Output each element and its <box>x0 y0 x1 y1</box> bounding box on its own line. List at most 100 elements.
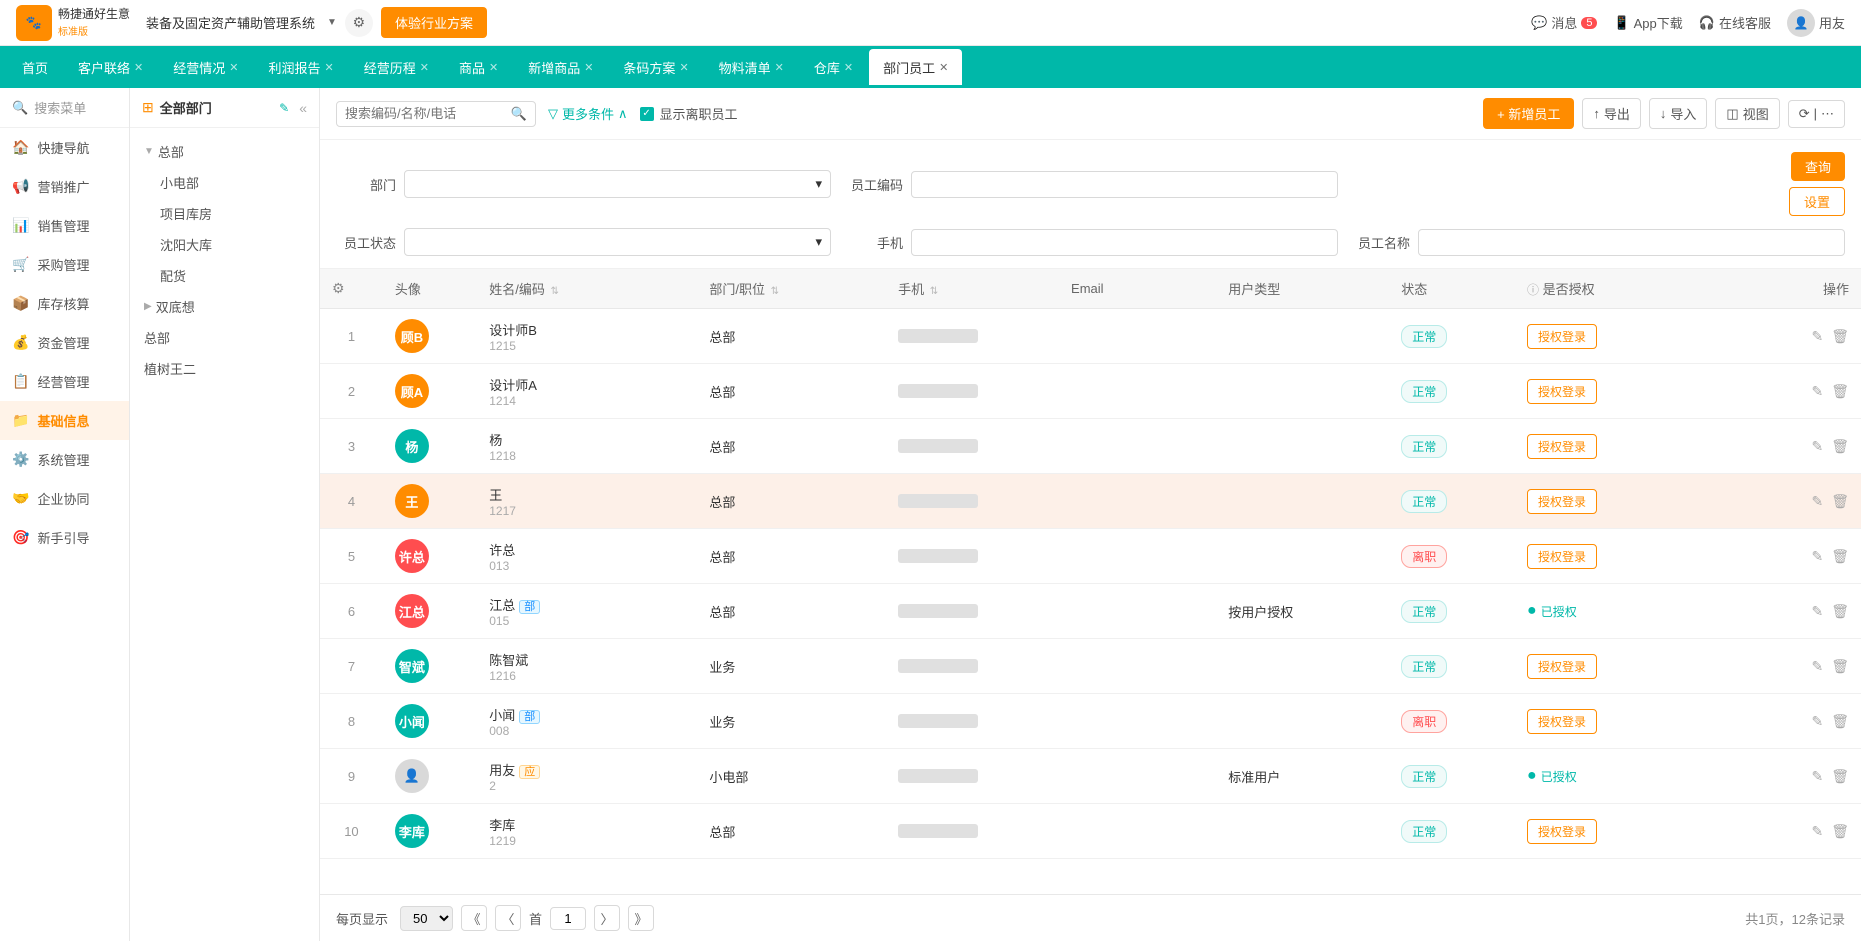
system-settings-icon[interactable]: ⚙ <box>345 9 373 37</box>
authorize-btn[interactable]: 授权登录 <box>1527 434 1597 459</box>
edit-icon[interactable]: ✎ <box>1811 548 1823 565</box>
tab-operation-close[interactable]: ✕ <box>229 61 238 74</box>
dept-item-zongbu2[interactable]: 总部 <box>130 322 319 353</box>
tab-profit[interactable]: 利润报告 ✕ <box>254 49 347 85</box>
col-phone-sort[interactable]: ⇅ <box>930 286 938 297</box>
page-size-select[interactable]: 50 <box>400 906 453 931</box>
prev-page-btn[interactable]: 〈 <box>495 905 521 931</box>
delete-icon[interactable]: 🗑 <box>1831 383 1849 400</box>
tab-department[interactable]: 部门员工 ✕ <box>869 49 962 85</box>
tab-warehouse-close[interactable]: ✕ <box>844 61 853 74</box>
export-button[interactable]: ↑ 导出 <box>1582 98 1641 129</box>
edit-icon[interactable]: ✎ <box>1811 823 1823 840</box>
next-page-btn[interactable]: 〉 <box>594 905 620 931</box>
sidebar-item-quicknav[interactable]: 🏠 快捷导航 <box>0 128 129 167</box>
edit-icon[interactable]: ✎ <box>1811 658 1823 675</box>
authorize-btn[interactable]: 授权登录 <box>1527 709 1597 734</box>
dept-item-project[interactable]: 项目库房 <box>130 198 319 229</box>
sidebar-search[interactable]: 🔍 搜索菜单 <box>0 88 129 128</box>
app-download-item[interactable]: 📱 App下载 <box>1613 13 1682 32</box>
sidebar-item-sales[interactable]: 📊 销售管理 <box>0 206 129 245</box>
dept-item-peihuo[interactable]: 配货 <box>130 260 319 291</box>
first-page-btn[interactable]: 《 <box>461 905 487 931</box>
delete-icon[interactable]: 🗑 <box>1831 768 1849 785</box>
edit-icon[interactable]: ✎ <box>1811 603 1823 620</box>
phone-filter-input[interactable] <box>911 229 1338 256</box>
dept-item-shenyang[interactable]: 沈阳大库 <box>130 229 319 260</box>
tab-history-close[interactable]: ✕ <box>420 61 429 74</box>
dept-item-zongbu-root[interactable]: ▼ 总部 <box>130 136 319 167</box>
tab-goods[interactable]: 商品 ✕ <box>445 49 512 85</box>
edit-icon[interactable]: ✎ <box>1811 493 1823 510</box>
sidebar-item-basic[interactable]: 📁 基础信息 <box>0 401 129 440</box>
tab-profit-close[interactable]: ✕ <box>325 61 334 74</box>
tab-goods-close[interactable]: ✕ <box>489 61 498 74</box>
delete-icon[interactable]: 🗑 <box>1831 548 1849 565</box>
sidebar-item-system[interactable]: ⚙️ 系统管理 <box>0 440 129 479</box>
tab-customer-close[interactable]: ✕ <box>134 61 143 74</box>
sidebar-item-biz[interactable]: 📋 经营管理 <box>0 362 129 401</box>
tab-customer[interactable]: 客户联络 ✕ <box>64 49 157 85</box>
more-button[interactable]: ⟳ | ⋯ <box>1788 100 1845 128</box>
status-filter-select[interactable]: ▾ <box>404 228 831 256</box>
delete-icon[interactable]: 🗑 <box>1831 438 1849 455</box>
more-filter-btn[interactable]: ▽ 更多条件 ∧ <box>548 104 628 123</box>
delete-icon[interactable]: 🗑 <box>1831 658 1849 675</box>
user-item[interactable]: 👤 用友 <box>1787 9 1845 37</box>
collapse-icon[interactable]: « <box>299 100 307 116</box>
sidebar-item-guide[interactable]: 🎯 新手引导 <box>0 518 129 557</box>
edit-icon[interactable]: ✎ <box>1811 768 1823 785</box>
sidebar-item-inventory[interactable]: 📦 库存核算 <box>0 284 129 323</box>
tab-department-close[interactable]: ✕ <box>939 61 948 74</box>
authorize-btn[interactable]: 授权登录 <box>1527 489 1597 514</box>
edit-icon[interactable]: ✎ <box>1811 383 1823 400</box>
tab-warehouse[interactable]: 仓库 ✕ <box>800 49 867 85</box>
tab-operation[interactable]: 经营情况 ✕ <box>159 49 252 85</box>
dept-filter-select[interactable]: ▾ <box>404 170 831 198</box>
sidebar-item-finance[interactable]: 💰 资金管理 <box>0 323 129 362</box>
dept-item-xiaodian[interactable]: 小电部 <box>130 167 319 198</box>
online-service-item[interactable]: 🎧 在线客服 <box>1699 13 1771 32</box>
col-dept-sort[interactable]: ⇅ <box>771 286 779 297</box>
name-filter-input[interactable] <box>1418 229 1845 256</box>
set-button[interactable]: 设置 <box>1789 187 1845 216</box>
sidebar-item-purchase[interactable]: 🛒 采购管理 <box>0 245 129 284</box>
col-name-sort[interactable]: ⇅ <box>550 286 558 297</box>
col-settings[interactable]: ⚙ <box>320 269 383 309</box>
delete-icon[interactable]: 🗑 <box>1831 713 1849 730</box>
query-button[interactable]: 查询 <box>1791 152 1845 181</box>
show-former-checkbox[interactable]: ✓ <box>640 107 654 121</box>
tab-home[interactable]: 首页 <box>8 49 62 85</box>
page-num-input[interactable] <box>550 907 586 930</box>
tab-new-goods-close[interactable]: ✕ <box>584 61 593 74</box>
authorize-btn[interactable]: 授权登录 <box>1527 544 1597 569</box>
edit-icon[interactable]: ✎ <box>1811 713 1823 730</box>
authorize-btn[interactable]: 授权登录 <box>1527 324 1597 349</box>
tab-barcode[interactable]: 条码方案 ✕ <box>609 49 702 85</box>
search-input[interactable] <box>345 106 505 121</box>
delete-icon[interactable]: 🗑 <box>1831 603 1849 620</box>
trial-button[interactable]: 体验行业方案 <box>381 7 487 38</box>
edit-icon[interactable]: ✎ <box>1811 438 1823 455</box>
authorize-btn[interactable]: 授权登录 <box>1527 654 1597 679</box>
import-button[interactable]: ↓ 导入 <box>1649 98 1708 129</box>
search-wrap[interactable]: 🔍 <box>336 101 536 127</box>
tab-history[interactable]: 经营历程 ✕ <box>350 49 443 85</box>
settings-col-icon[interactable]: ⚙ <box>332 280 345 296</box>
tab-barcode-close[interactable]: ✕ <box>679 61 688 74</box>
last-page-btn[interactable]: 》 <box>628 905 654 931</box>
authorize-btn[interactable]: 授权登录 <box>1527 379 1597 404</box>
tab-new-goods[interactable]: 新增商品 ✕ <box>514 49 607 85</box>
authorize-btn[interactable]: 授权登录 <box>1527 819 1597 844</box>
authorized-info-icon[interactable]: ⓘ <box>1527 283 1539 297</box>
view-button[interactable]: ◫ 视图 <box>1715 98 1779 129</box>
edit-icon[interactable]: ✎ <box>1811 328 1823 345</box>
delete-icon[interactable]: 🗑 <box>1831 493 1849 510</box>
sidebar-item-marketing[interactable]: 📢 营销推广 <box>0 167 129 206</box>
system-title-dropdown[interactable]: ▼ <box>327 17 337 28</box>
edit-dept-icon[interactable]: ✎ <box>279 101 289 115</box>
dept-item-zhishu[interactable]: 植树王二 <box>130 353 319 384</box>
delete-icon[interactable]: 🗑 <box>1831 823 1849 840</box>
message-item[interactable]: 💬 消息 5 <box>1531 13 1597 32</box>
dept-item-shuangdi[interactable]: ▶ 双底想 <box>130 291 319 322</box>
